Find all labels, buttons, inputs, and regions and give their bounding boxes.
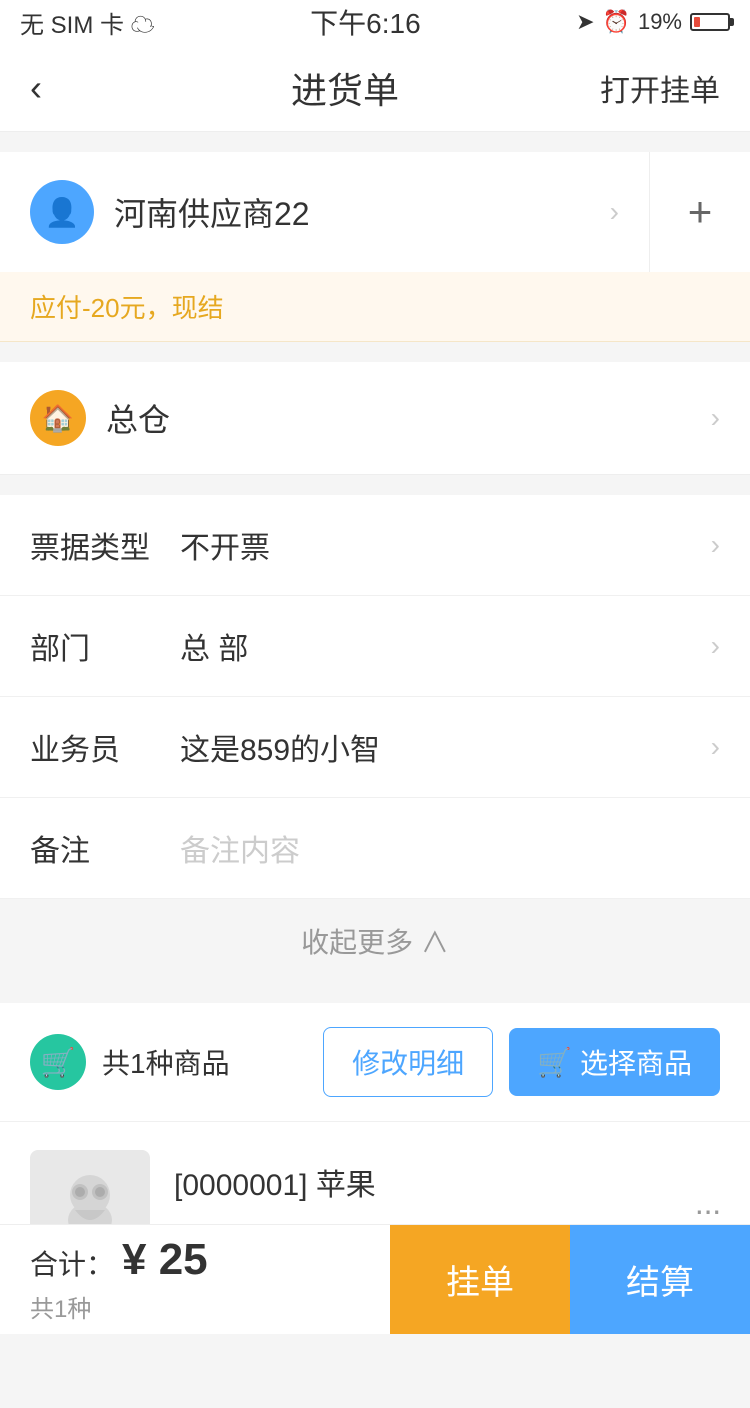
status-time: 下午6:16 xyxy=(310,2,421,42)
checkout-button[interactable]: 结算 xyxy=(570,1225,750,1334)
collapse-label: 收起更多 ∧ xyxy=(301,921,449,961)
form-section: 票据类型 不开票 › 部门 总 部 › 业务员 这是859的小智 › 备注 备注… xyxy=(0,495,750,899)
department-label: 部门 xyxy=(30,624,170,668)
warehouse-chevron-icon: › xyxy=(711,402,720,434)
total-amount: ¥ 25 xyxy=(122,1235,208,1285)
select-product-label: 选择商品 xyxy=(580,1042,692,1082)
remark-row[interactable]: 备注 备注内容 xyxy=(0,798,750,899)
products-header: 🛒 共1种商品 修改明细 🛒 选择商品 xyxy=(0,1003,750,1121)
product-more-button[interactable]: ··· xyxy=(694,1192,720,1229)
nav-bar: ‹ 进货单 打开挂单 xyxy=(0,44,750,132)
edit-detail-button[interactable]: 修改明细 xyxy=(323,1027,493,1097)
status-bar: 无 SIM 卡 ☁ 下午6:16 ➤ ⏰ 19% xyxy=(0,0,750,44)
collapse-button[interactable]: 收起更多 ∧ xyxy=(0,899,750,983)
supplier-avatar: 👤 xyxy=(30,180,94,244)
total-sub-label: 共1种 xyxy=(30,1289,360,1324)
signal-text: 无 SIM 卡 ☁ xyxy=(20,5,155,40)
select-product-button[interactable]: 🛒 选择商品 xyxy=(509,1028,720,1096)
divider-2 xyxy=(0,342,750,362)
divider-1 xyxy=(0,132,750,152)
warehouse-section[interactable]: 🏠 总仓 › xyxy=(0,362,750,475)
hang-button[interactable]: 挂单 xyxy=(390,1225,570,1334)
avatar-icon: 👤 xyxy=(45,196,80,229)
supplier-notice: 应付-20元，现结 xyxy=(0,272,750,342)
divider-3 xyxy=(0,475,750,495)
ticket-type-chevron-icon: › xyxy=(711,529,720,561)
department-chevron-icon: › xyxy=(711,630,720,662)
open-hang-button[interactable]: 打开挂单 xyxy=(600,66,720,110)
status-right: ➤ ⏰ 19% xyxy=(576,9,730,35)
home-icon: 🏠 xyxy=(42,403,74,434)
total-row: 合计： ¥ 25 xyxy=(30,1235,360,1285)
salesperson-value: 这是859的小智 xyxy=(170,725,711,769)
warehouse-icon: 🏠 xyxy=(30,390,86,446)
supplier-name: 河南供应商22 xyxy=(114,189,590,235)
checkout-label: 结算 xyxy=(626,1255,694,1304)
ticket-type-row[interactable]: 票据类型 不开票 › xyxy=(0,495,750,596)
department-row[interactable]: 部门 总 部 › xyxy=(0,596,750,697)
total-section: 合计： ¥ 25 共1种 xyxy=(0,1225,390,1334)
ticket-type-label: 票据类型 xyxy=(30,523,170,567)
hang-label: 挂单 xyxy=(446,1255,514,1304)
salesperson-row[interactable]: 业务员 这是859的小智 › xyxy=(0,697,750,798)
total-label: 合计： xyxy=(30,1243,114,1283)
salesperson-label: 业务员 xyxy=(30,725,170,769)
ticket-type-value: 不开票 xyxy=(170,523,711,567)
supplier-section: 👤 河南供应商22 › + xyxy=(0,152,750,272)
divider-4 xyxy=(0,983,750,1003)
department-value: 总 部 xyxy=(170,624,711,668)
add-supplier-button[interactable]: + xyxy=(650,152,750,272)
product-name: [0000001] 苹果 xyxy=(174,1160,670,1204)
products-count: 共1种商品 xyxy=(102,1042,307,1082)
salesperson-chevron-icon: › xyxy=(711,731,720,763)
back-button[interactable]: ‹ xyxy=(30,67,90,109)
products-icon: 🛒 xyxy=(30,1034,86,1090)
remark-input[interactable]: 备注内容 xyxy=(170,826,720,870)
shopping-icon: 🛒 xyxy=(41,1046,76,1079)
chevron-right-icon: › xyxy=(610,196,619,228)
status-left: 无 SIM 卡 ☁ xyxy=(20,5,155,40)
alarm-icon: ⏰ xyxy=(603,9,630,35)
location-icon: ➤ xyxy=(576,9,594,35)
battery-text: 19% xyxy=(638,9,682,35)
bottom-bar: 合计： ¥ 25 共1种 挂单 结算 xyxy=(0,1224,750,1334)
page-title: 进货单 xyxy=(291,62,399,114)
supplier-selector[interactable]: 👤 河南供应商22 › xyxy=(0,152,650,272)
remark-label: 备注 xyxy=(30,826,170,870)
cart-icon: 🛒 xyxy=(537,1046,572,1079)
warehouse-name: 总仓 xyxy=(106,395,691,441)
battery-icon xyxy=(690,13,730,31)
